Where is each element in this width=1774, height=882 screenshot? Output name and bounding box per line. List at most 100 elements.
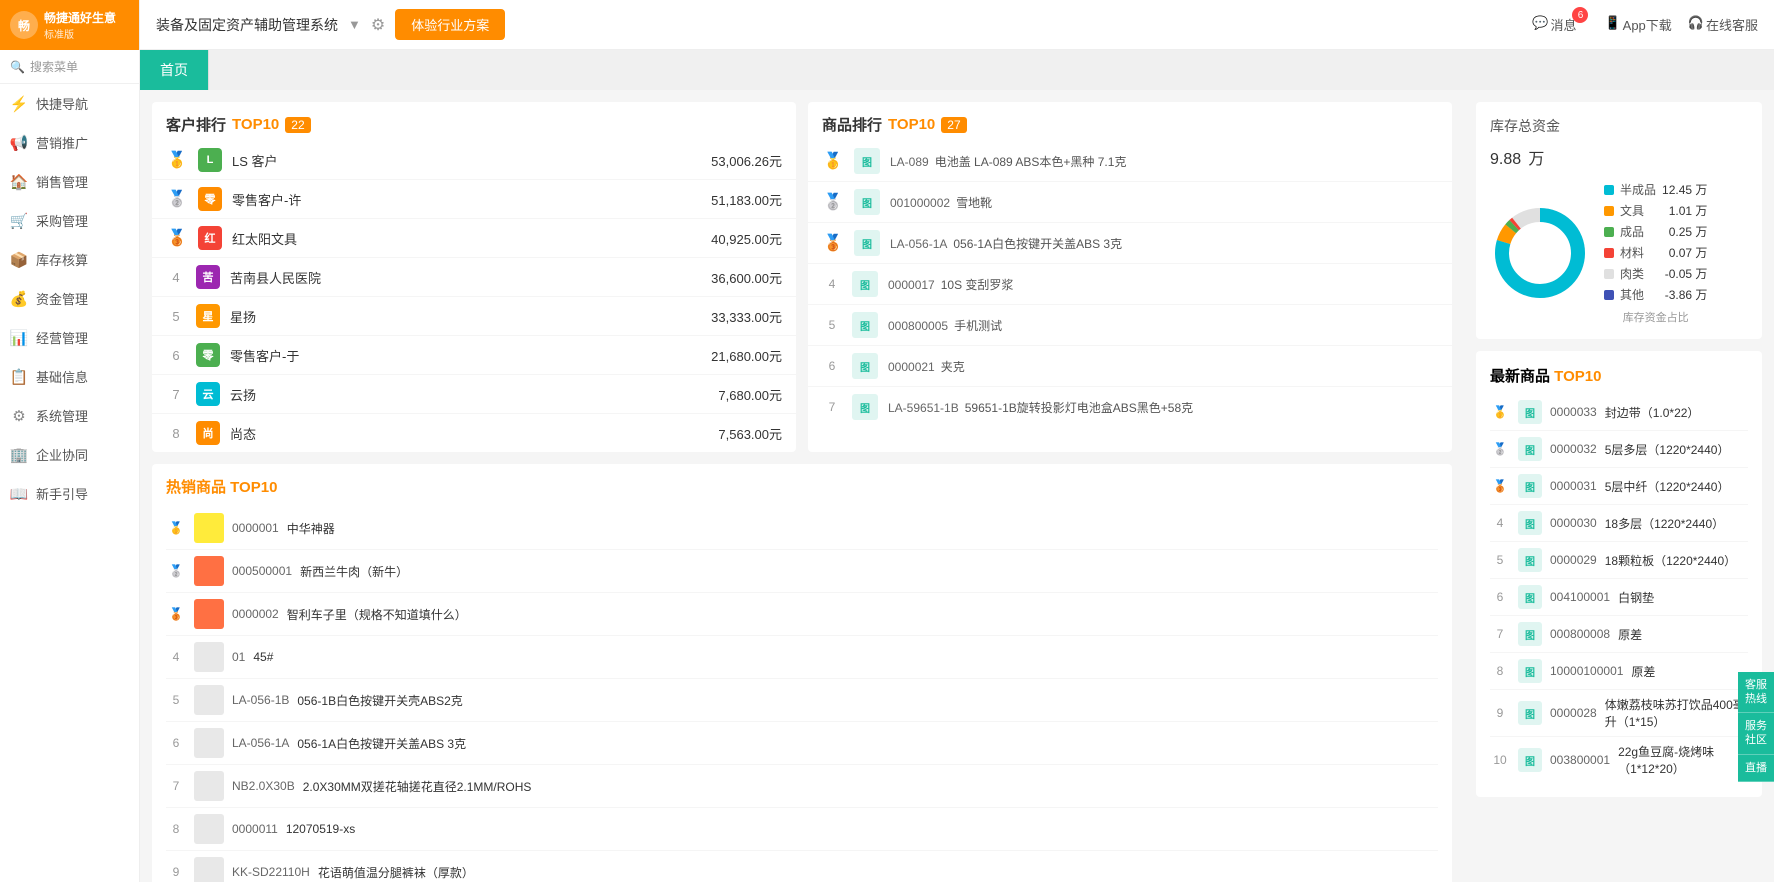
- customer-name: 尚态: [230, 424, 708, 443]
- hot-product-img: [194, 857, 224, 882]
- product-row: 🥈 图 001000002雪地靴: [808, 182, 1452, 223]
- customer-ranking-title: 客户排行: [166, 114, 226, 135]
- hot-product-name: 45#: [253, 650, 273, 664]
- hot-product-item: 4 01 45#: [166, 636, 1438, 679]
- customer-row: 7 云 云扬 7,680.00元: [152, 375, 796, 414]
- sidebar-item-quick-nav[interactable]: ⚡ 快捷导航: [0, 84, 139, 123]
- medal-gold: 🥇: [166, 149, 188, 171]
- rank-number: 8: [166, 822, 186, 836]
- topbar: 装备及固定资产辅助管理系统 ▼ ⚙ 体验行业方案 💬 消息 6 📱 App下载 …: [140, 0, 1774, 50]
- sidebar-item-base[interactable]: 📋 基础信息: [0, 357, 139, 396]
- messages-item[interactable]: 💬 消息 6: [1532, 15, 1588, 34]
- np-img: 图: [1518, 585, 1542, 609]
- sidebar-item-label: 企业协同: [36, 445, 88, 464]
- tab-home[interactable]: 首页: [140, 50, 209, 90]
- customer-amount: 7,680.00元: [718, 385, 782, 404]
- customer-avatar: 星: [196, 304, 220, 328]
- legend-dot: [1604, 185, 1614, 195]
- inventory-title: 库存总资金: [1490, 116, 1748, 136]
- gear-icon[interactable]: ⚙: [371, 15, 385, 35]
- float-btn-live[interactable]: 直播: [1738, 755, 1774, 782]
- customer-row: 6 零 零售客户-于 21,680.00元: [152, 336, 796, 375]
- np-img: 图: [1518, 748, 1542, 772]
- rank-number: 8: [1490, 664, 1510, 678]
- customer-ranking-subtitle: TOP10: [232, 116, 279, 133]
- sidebar-item-label: 销售管理: [36, 172, 88, 191]
- sidebar-search[interactable]: 🔍 搜索菜单: [0, 50, 139, 84]
- legend-item: 其他 -3.86 万: [1604, 286, 1707, 303]
- product-info: LA-59651-1B59651-1B旋转投影灯电池盒ABS黑色+58克: [888, 399, 1438, 416]
- new-product-item: 8 图 10000100001 原差: [1490, 653, 1748, 690]
- medal-silver: 🥈: [822, 191, 844, 213]
- hot-product-name: 中华神器: [287, 520, 335, 537]
- hot-product-code: LA-056-1A: [232, 736, 289, 750]
- hot-product-code: KK-SD22110H: [232, 865, 310, 879]
- hot-product-img: [194, 642, 224, 672]
- right-panel: 库存总资金 9.88 万: [1464, 90, 1774, 882]
- sidebar-item-corp[interactable]: 🏢 企业协同: [0, 435, 139, 474]
- sidebar-item-inventory[interactable]: 📦 库存核算: [0, 240, 139, 279]
- legend-label: 半成品: [1620, 181, 1656, 198]
- sidebar-item-purchase[interactable]: 🛒 采购管理: [0, 201, 139, 240]
- rank-number: 4: [166, 270, 186, 285]
- np-code: 0000030: [1550, 516, 1597, 530]
- customer-name: LS 客户: [232, 151, 701, 170]
- rank-number: 4: [1490, 516, 1510, 530]
- sidebar-item-guide[interactable]: 📖 新手引导: [0, 474, 139, 513]
- product-ranking-subtitle: TOP10: [888, 116, 935, 133]
- rank-number: 6: [166, 348, 186, 363]
- customer-ranking-header: 客户排行 TOP10 22: [152, 102, 796, 141]
- customer-row: 8 尚 尚态 7,563.00元: [152, 414, 796, 452]
- customer-avatar: 尚: [196, 421, 220, 445]
- sidebar-item-marketing[interactable]: 📢 营销推广: [0, 123, 139, 162]
- new-products-subtitle: TOP10: [1554, 368, 1601, 385]
- np-code: 0000029: [1550, 553, 1597, 567]
- new-product-item: 🥇 图 0000033 封边带（1.0*22）: [1490, 394, 1748, 431]
- customer-amount: 51,183.00元: [711, 190, 782, 209]
- product-row: 🥉 图 LA-056-1A056-1A白色按键开关盖ABS 3克: [808, 223, 1452, 264]
- sidebar: 畅 畅捷通好生意 标准版 🔍 搜索菜单 ⚡ 快捷导航 📢 营销推广 🏠 销售管理…: [0, 0, 140, 882]
- inventory-icon: 📦: [10, 251, 28, 269]
- float-btn-customer-service[interactable]: 客服热线: [1738, 672, 1774, 714]
- sidebar-item-operation[interactable]: 📊 经营管理: [0, 318, 139, 357]
- product-ranking-list: 🥇 图 LA-089电池盖 LA-089 ABS本色+黑种 7.1克 🥈 图 0…: [808, 141, 1452, 427]
- customer-avatar: L: [198, 148, 222, 172]
- app-download-item[interactable]: 📱 App下载: [1604, 15, 1671, 34]
- sidebar-item-sales[interactable]: 🏠 销售管理: [0, 162, 139, 201]
- legend-value: 12.45 万: [1662, 181, 1707, 198]
- customer-name: 云扬: [230, 385, 708, 404]
- np-name: 封边带（1.0*22）: [1605, 404, 1748, 421]
- purchase-icon: 🛒: [10, 212, 28, 230]
- product-info: LA-056-1A056-1A白色按键开关盖ABS 3克: [890, 235, 1438, 252]
- rank-number: 🥈: [1490, 442, 1510, 456]
- legend-dot: [1604, 206, 1614, 216]
- new-products-title: 最新商品 TOP10: [1490, 365, 1748, 386]
- rank-number: 7: [166, 779, 186, 793]
- customer-avatar: 零: [198, 187, 222, 211]
- float-btn-service-community[interactable]: 服务社区: [1738, 713, 1774, 755]
- customer-amount: 7,563.00元: [718, 424, 782, 443]
- np-name: 体嫩荔枝味苏打饮品400毫升（1*15）: [1605, 696, 1748, 730]
- product-row: 6 图 0000021夹克: [808, 346, 1452, 387]
- sidebar-item-finance[interactable]: 💰 资金管理: [0, 279, 139, 318]
- product-img: 图: [854, 189, 880, 215]
- experience-btn[interactable]: 体验行业方案: [395, 9, 505, 40]
- np-img: 图: [1518, 622, 1542, 646]
- chart-label: 库存资金占比: [1604, 309, 1707, 325]
- hot-product-img: [194, 513, 224, 543]
- sidebar-item-system[interactable]: ⚙ 系统管理: [0, 396, 139, 435]
- legend-dot: [1604, 269, 1614, 279]
- rank-number: 6: [1490, 590, 1510, 604]
- hot-product-code: 0000002: [232, 607, 279, 621]
- np-code: 0000031: [1550, 479, 1597, 493]
- customer-row: 🥈 零 零售客户-许 51,183.00元: [152, 180, 796, 219]
- inventory-panel: 库存总资金 9.88 万: [1476, 102, 1762, 339]
- hot-product-img: [194, 814, 224, 844]
- dropdown-icon[interactable]: ▼: [348, 17, 361, 32]
- headset-icon: 🎧: [1688, 15, 1704, 31]
- np-code: 0000033: [1550, 405, 1597, 419]
- legend-value: 1.01 万: [1669, 202, 1708, 219]
- online-service-item[interactable]: 🎧 在线客服: [1688, 15, 1758, 34]
- hot-product-img: [194, 556, 224, 586]
- rank-number: 6: [166, 736, 186, 750]
